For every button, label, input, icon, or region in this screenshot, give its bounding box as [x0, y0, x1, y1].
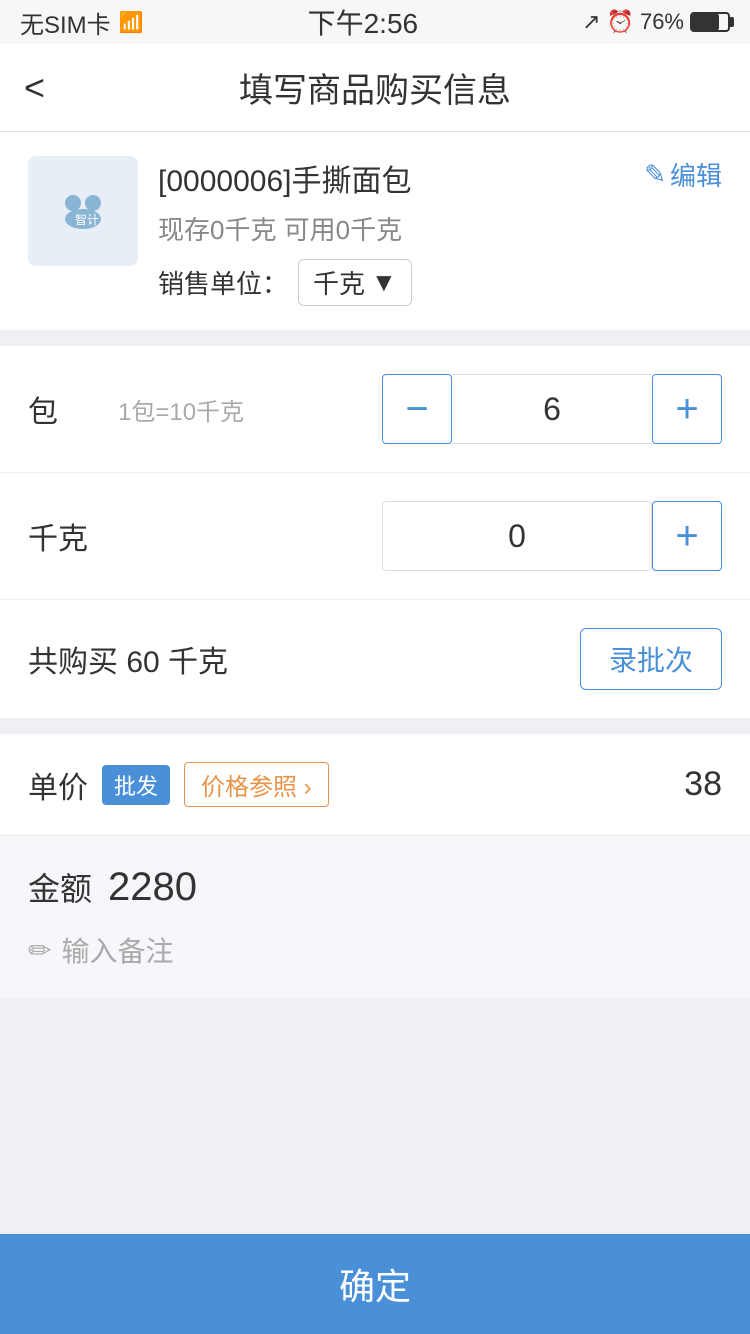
- note-icon: ✏: [28, 934, 51, 967]
- total-label: 共购买 60 千克: [28, 637, 228, 681]
- separator-1: [0, 330, 750, 346]
- carrier-text: 无SIM卡: [20, 5, 111, 40]
- kg-qty-input[interactable]: [382, 501, 652, 571]
- bag-label: 包: [28, 387, 108, 431]
- kg-quantity-row: 千克 +: [0, 473, 750, 600]
- page-title: 填写商品购买信息: [239, 63, 511, 112]
- alarm-icon: ⏰: [607, 9, 634, 35]
- bag-plus-button[interactable]: +: [652, 374, 722, 444]
- unit-value: 千克: [313, 264, 365, 301]
- time-display: 下午2:56: [308, 2, 419, 42]
- product-logo-icon: 智计: [53, 181, 113, 241]
- product-unit-row: 销售单位： 千克 ▼: [158, 259, 722, 306]
- note-row[interactable]: ✏ 输入备注: [28, 930, 722, 970]
- unit-label: 销售单位：: [158, 264, 288, 301]
- price-value: 38: [684, 765, 722, 804]
- product-card: 智计 [0000006]手撕面包 现存0千克 可用0千克 销售单位： 千克 ▼ …: [0, 132, 750, 330]
- battery-percent: 76%: [640, 9, 684, 35]
- batch-button[interactable]: 录批次: [580, 628, 722, 690]
- amount-label: 金额: [28, 864, 92, 910]
- amount-value: 2280: [108, 865, 197, 910]
- bag-qty-input[interactable]: [452, 374, 652, 444]
- price-row: 单价 批发 价格参照 › 38: [28, 762, 722, 807]
- back-button[interactable]: <: [24, 67, 45, 109]
- edit-button[interactable]: ✎ 编辑: [644, 156, 722, 193]
- product-info: [0000006]手撕面包 现存0千克 可用0千克 销售单位： 千克 ▼: [158, 156, 722, 306]
- kg-plus-button[interactable]: +: [652, 501, 722, 571]
- amount-row: 金额 2280: [28, 864, 722, 910]
- edit-icon: ✎: [644, 159, 666, 190]
- status-left: 无SIM卡 📶: [20, 5, 144, 40]
- confirm-button[interactable]: 确定: [0, 1234, 750, 1334]
- amount-section: 金额 2280 ✏ 输入备注: [0, 835, 750, 998]
- unit-select[interactable]: 千克 ▼: [298, 259, 412, 306]
- price-section: 单价 批发 价格参照 › 38: [0, 734, 750, 835]
- status-right: ↗ ⏰ 76%: [582, 9, 730, 35]
- total-row: 共购买 60 千克 录批次: [0, 600, 750, 718]
- note-placeholder: 输入备注: [61, 930, 173, 970]
- bag-minus-button[interactable]: −: [382, 374, 452, 444]
- product-thumbnail: 智计: [28, 156, 138, 266]
- kg-label: 千克: [28, 514, 108, 558]
- status-bar: 无SIM卡 📶 下午2:56 ↗ ⏰ 76%: [0, 0, 750, 44]
- location-icon: ↗: [582, 9, 600, 35]
- edit-label: 编辑: [670, 156, 722, 193]
- product-name: [0000006]手撕面包: [158, 156, 722, 200]
- price-label: 单价: [28, 763, 88, 807]
- bag-qty-control: − +: [382, 374, 722, 444]
- wifi-icon: 📶: [119, 10, 144, 35]
- bag-quantity-row: 包 1包=10千克 − +: [0, 346, 750, 473]
- separator-2: [0, 718, 750, 734]
- battery-icon: [690, 12, 730, 32]
- price-tag: 批发: [102, 765, 170, 805]
- bag-hint: 1包=10千克: [118, 392, 382, 427]
- kg-qty-control: +: [382, 501, 722, 571]
- quantity-section: 包 1包=10千克 − + 千克 +: [0, 346, 750, 600]
- product-stock: 现存0千克 可用0千克: [158, 210, 722, 247]
- nav-bar: < 填写商品购买信息: [0, 44, 750, 132]
- dropdown-icon: ▼: [371, 267, 397, 298]
- price-ref-button[interactable]: 价格参照 ›: [184, 762, 329, 807]
- svg-text:智计: 智计: [75, 212, 99, 227]
